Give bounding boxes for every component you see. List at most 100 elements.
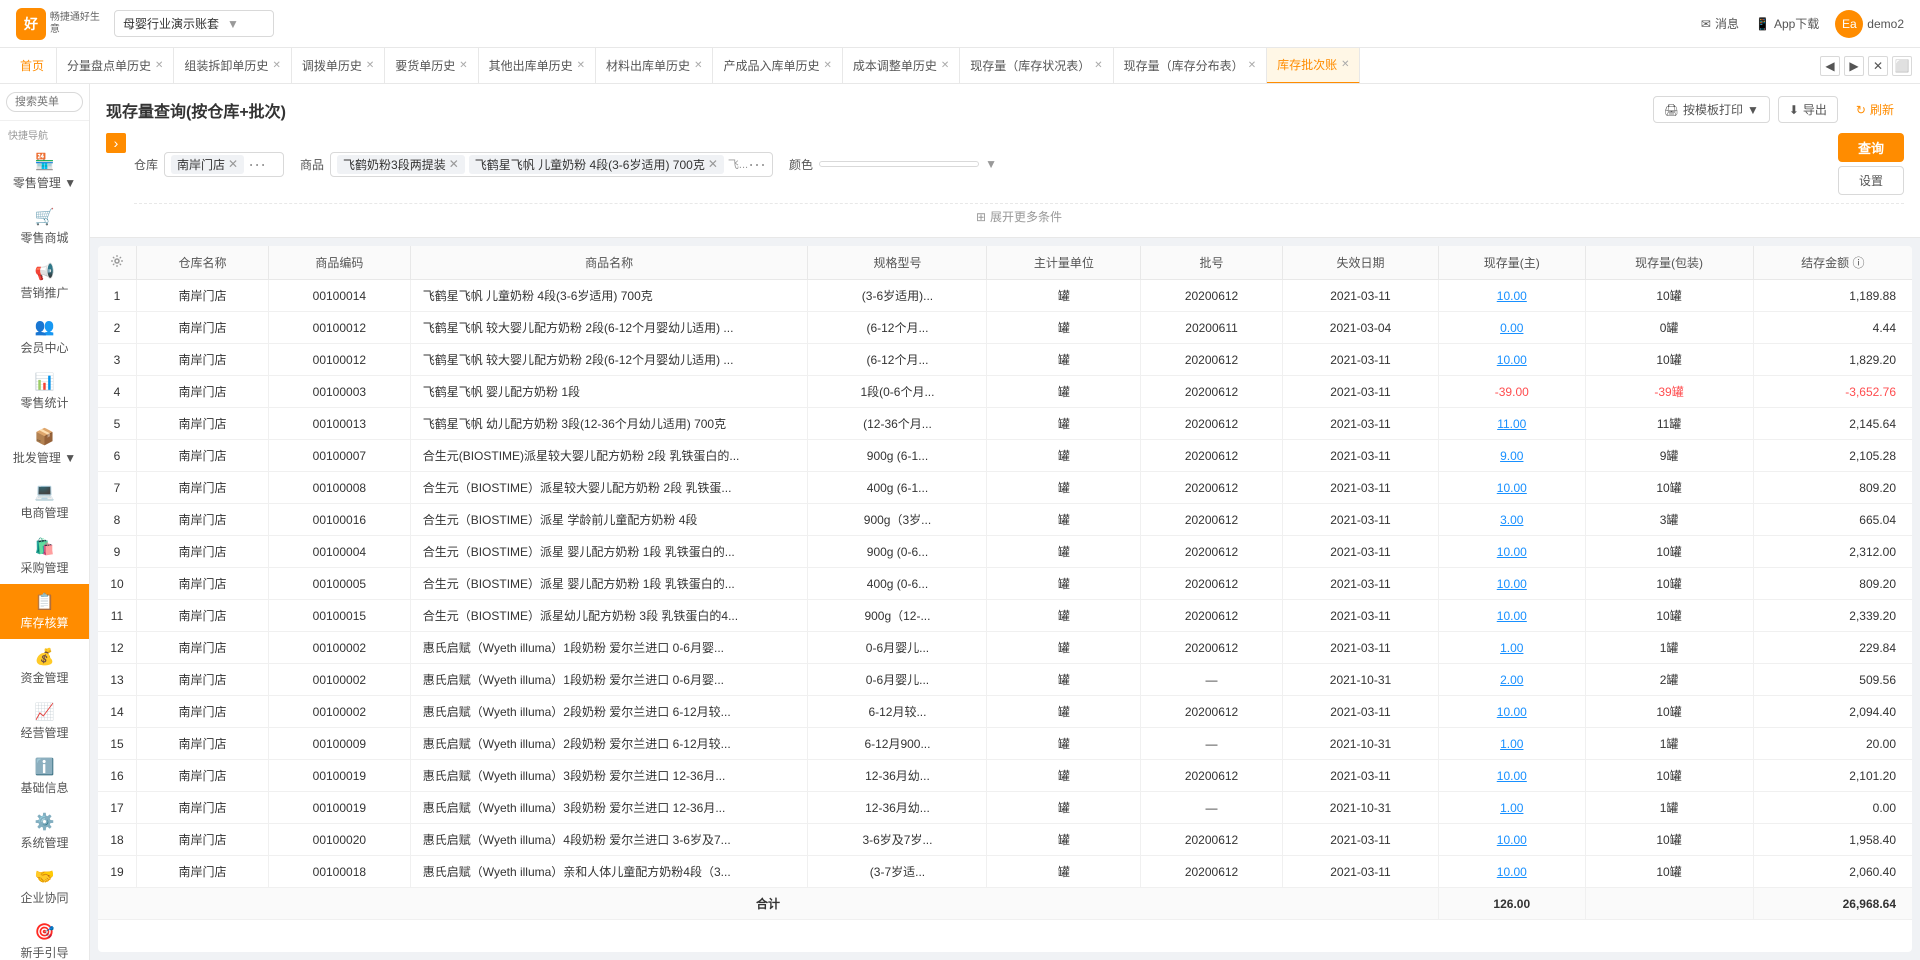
tab-qi-ta[interactable]: 其他出库单历史 ✕: [479, 48, 596, 84]
tab-close-xian-cun-1[interactable]: ✕: [1094, 60, 1102, 71]
expand-filter-btn[interactable]: ›: [106, 133, 126, 153]
tab-close-zu-chai[interactable]: ✕: [272, 60, 280, 71]
cell-qty-main[interactable]: 10.00: [1439, 824, 1585, 856]
sidebar-item-retail-stats[interactable]: 📊 零售统计: [0, 364, 89, 419]
tab-more-btn[interactable]: ⬜: [1892, 56, 1912, 76]
tab-prev-btn[interactable]: ◀: [1820, 56, 1840, 76]
goods-tag-1-remove[interactable]: ✕: [449, 157, 459, 171]
tab-home[interactable]: 首页: [8, 48, 57, 84]
tab-close-qi-ta[interactable]: ✕: [577, 60, 585, 71]
tab-close-yao-huo[interactable]: ✕: [459, 60, 467, 71]
table-row: 11 南岸门店 00100015 合生元（BIOSTIME）派星幼儿配方奶粉 3…: [98, 600, 1912, 632]
search-input[interactable]: [6, 92, 83, 112]
tab-close-fen-pan[interactable]: ✕: [155, 60, 163, 71]
col-settings-icon[interactable]: [98, 246, 137, 280]
cell-amount: 1,829.20: [1753, 344, 1912, 376]
tab-close-cai-liao[interactable]: ✕: [694, 60, 702, 71]
cell-no: 5: [98, 408, 137, 440]
cell-qty-pkg: 10罐: [1585, 536, 1753, 568]
warehouse-tag-remove[interactable]: ✕: [228, 157, 238, 171]
tab-close-chan-pin[interactable]: ✕: [823, 60, 831, 71]
tab-pi-ci[interactable]: 库存批次账 ✕: [1267, 48, 1360, 84]
cell-qty-main[interactable]: 1.00: [1439, 728, 1585, 760]
sidebar-item-operation[interactable]: 📈 经营管理: [0, 694, 89, 749]
sidebar-item-purchase[interactable]: 🛍️ 采购管理: [0, 529, 89, 584]
template-print-btn[interactable]: 🖨 按模板打印 ▼: [1653, 96, 1770, 123]
message-btn[interactable]: ✉ 消息: [1701, 15, 1739, 32]
basic-info-icon: ℹ️: [35, 757, 55, 777]
cell-qty-pkg: 10罐: [1585, 760, 1753, 792]
goods-input[interactable]: 飞鹤奶粉3段两提装 ✕ 飞鹤星飞帆 儿童奶粉 4段(3-6岁适用) 700克 ✕…: [330, 152, 773, 177]
cell-qty-main[interactable]: 10.00: [1439, 568, 1585, 600]
cell-qty-main[interactable]: 0.00: [1439, 312, 1585, 344]
tab-xian-cun-1[interactable]: 现存量（库存状况表） ✕: [960, 48, 1113, 84]
tab-close-pi-ci[interactable]: ✕: [1341, 59, 1349, 70]
query-btn[interactable]: 查询: [1838, 133, 1904, 162]
tab-cheng-ben[interactable]: 成本调整单历史 ✕: [843, 48, 960, 84]
sidebar-item-retail-shop[interactable]: 🛒 零售商城: [0, 199, 89, 254]
warehouse-more-btn[interactable]: ···: [248, 155, 266, 173]
cell-batch: 20200612: [1141, 536, 1283, 568]
cell-qty-main[interactable]: 3.00: [1439, 504, 1585, 536]
cell-qty-main[interactable]: 10.00: [1439, 600, 1585, 632]
header-actions: 🖨 按模板打印 ▼ ⬇ 导出 ↻ 刷新: [1653, 96, 1904, 123]
app-download-btn[interactable]: 📱 App下载: [1755, 15, 1819, 32]
cell-batch: —: [1141, 792, 1283, 824]
color-dropdown-arrow[interactable]: ▼: [985, 157, 997, 171]
cell-qty-main[interactable]: 10.00: [1439, 696, 1585, 728]
cell-qty-main[interactable]: 10.00: [1439, 536, 1585, 568]
goods-tag-2-remove[interactable]: ✕: [708, 157, 718, 171]
tab-next-btn[interactable]: ▶: [1844, 56, 1864, 76]
cell-qty-main[interactable]: 10.00: [1439, 760, 1585, 792]
tab-bar: 首页 分量盘点单历史 ✕ 组装拆卸单历史 ✕ 调拨单历史 ✕ 要货单历史 ✕ 其…: [0, 48, 1920, 84]
cell-batch: 20200612: [1141, 824, 1283, 856]
sidebar-item-marketing[interactable]: 📢 营销推广: [0, 254, 89, 309]
sidebar-item-enterprise[interactable]: 🤝 企业协同: [0, 859, 89, 914]
expand-conditions-btn[interactable]: ⊞ 展开更多条件: [134, 203, 1904, 229]
sidebar-item-ecommerce[interactable]: 💻 电商管理: [0, 474, 89, 529]
tab-close-cheng-ben[interactable]: ✕: [941, 60, 949, 71]
tab-yao-huo[interactable]: 要货单历史 ✕: [385, 48, 478, 84]
sidebar-item-finance[interactable]: 💰 资金管理: [0, 639, 89, 694]
cell-qty-main[interactable]: 10.00: [1439, 280, 1585, 312]
color-input[interactable]: [819, 161, 979, 167]
tab-chan-pin[interactable]: 产成品入库单历史 ✕: [713, 48, 842, 84]
cell-spec: 6-12月900...: [808, 728, 987, 760]
cell-qty-main[interactable]: -39.00: [1439, 376, 1585, 408]
cell-qty-main[interactable]: 10.00: [1439, 856, 1585, 888]
sidebar-item-retail-mgmt[interactable]: 🏪 零售管理 ▼: [0, 144, 89, 199]
tab-zu-chai[interactable]: 组装拆卸单历史 ✕: [174, 48, 291, 84]
sidebar-item-new-guide[interactable]: 🎯 新手引导: [0, 914, 89, 960]
cell-qty-main[interactable]: 9.00: [1439, 440, 1585, 472]
cell-qty-main[interactable]: 2.00: [1439, 664, 1585, 696]
tab-cai-liao[interactable]: 材料出库单历史 ✕: [596, 48, 713, 84]
user-area[interactable]: Ea demo2: [1835, 10, 1904, 38]
sidebar-item-wholesale[interactable]: 📦 批发管理 ▼: [0, 419, 89, 474]
sidebar-item-basic-info[interactable]: ℹ️ 基础信息: [0, 749, 89, 804]
industry-selector[interactable]: 母婴行业演示账套 ▼: [114, 10, 274, 37]
refresh-btn[interactable]: ↻ 刷新: [1846, 97, 1904, 122]
settings-btn[interactable]: 设置: [1838, 166, 1904, 195]
cell-qty-main[interactable]: 1.00: [1439, 792, 1585, 824]
cell-qty-main[interactable]: 10.00: [1439, 344, 1585, 376]
tab-close-xian-cun-2[interactable]: ✕: [1248, 60, 1256, 71]
goods-filter-group: 商品 飞鹤奶粉3段两提装 ✕ 飞鹤星飞帆 儿童奶粉 4段(3-6岁适用) 700…: [300, 152, 773, 177]
cell-qty-main[interactable]: 10.00: [1439, 472, 1585, 504]
tab-fen-pan[interactable]: 分量盘点单历史 ✕: [57, 48, 174, 84]
tab-close-diao-bo[interactable]: ✕: [366, 60, 374, 71]
cell-expire: 2021-03-11: [1282, 824, 1438, 856]
message-icon: ✉: [1701, 17, 1711, 31]
sidebar-item-member[interactable]: 👥 会员中心: [0, 309, 89, 364]
tab-diao-bo[interactable]: 调拨单历史 ✕: [292, 48, 385, 84]
tab-close-all-btn[interactable]: ✕: [1868, 56, 1888, 76]
cell-expire: 2021-03-11: [1282, 504, 1438, 536]
cell-qty-main[interactable]: 11.00: [1439, 408, 1585, 440]
goods-more-btn[interactable]: ···: [748, 155, 766, 173]
warehouse-input[interactable]: 南岸门店 ✕ ···: [164, 152, 284, 177]
cell-qty-main[interactable]: 1.00: [1439, 632, 1585, 664]
sidebar-item-sys-mgmt[interactable]: ⚙️ 系统管理: [0, 804, 89, 859]
export-btn[interactable]: ⬇ 导出: [1778, 96, 1838, 123]
tab-xian-cun-2[interactable]: 现存量（库存分布表） ✕: [1114, 48, 1267, 84]
cell-batch: 20200612: [1141, 632, 1283, 664]
sidebar-item-inventory[interactable]: 📋 库存核算: [0, 584, 89, 639]
